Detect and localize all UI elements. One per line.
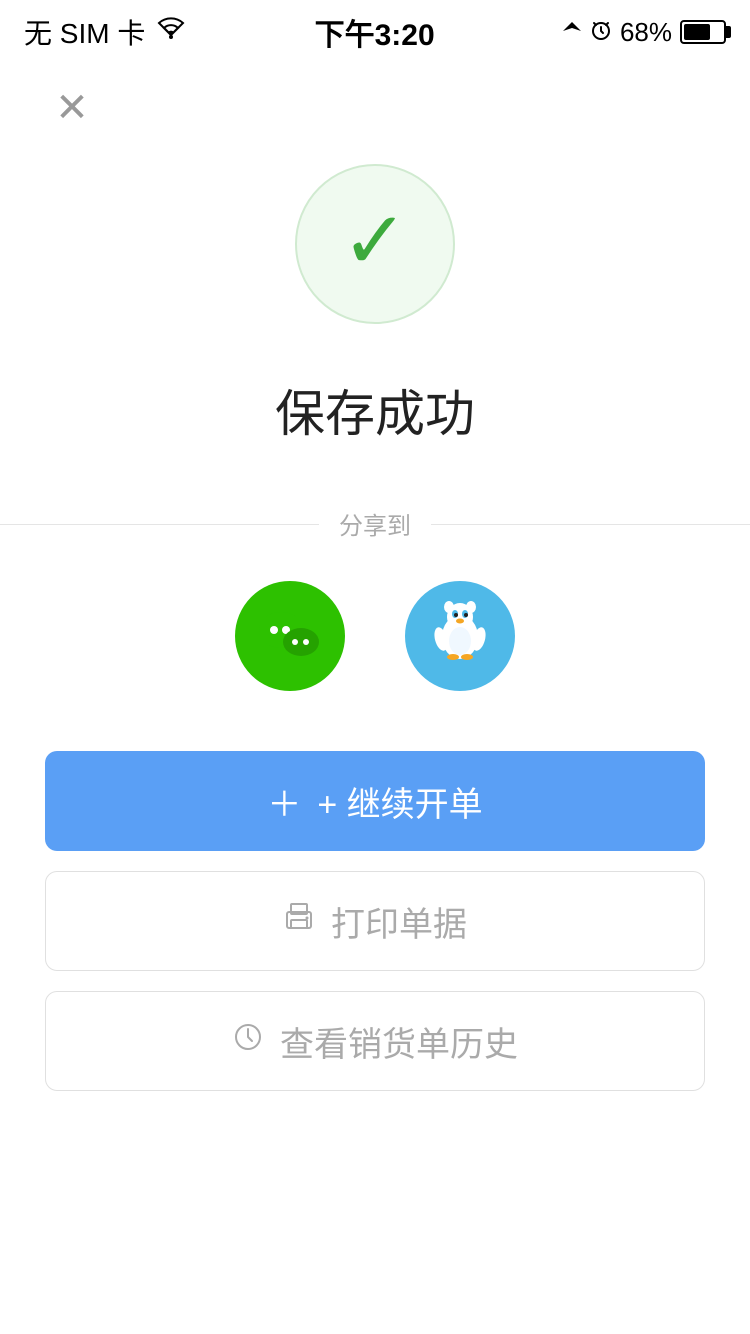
plus-icon: ＋ xyxy=(267,777,301,826)
action-buttons: ＋ + 继续开单 打印单据 查看销货单历史 xyxy=(45,751,705,1091)
status-bar: 无 SIM 卡 下午3:20 68% xyxy=(0,0,750,64)
main-content: ✓ 保存成功 分享到 xyxy=(0,64,750,1091)
share-section: 分享到 xyxy=(0,506,750,691)
sim-text: 无 SIM 卡 xyxy=(24,12,145,52)
battery-icon xyxy=(680,20,726,44)
status-left: 无 SIM 卡 xyxy=(24,12,187,52)
qq-icon xyxy=(431,601,489,671)
share-icons xyxy=(235,581,515,691)
history-label: 查看销货单历史 xyxy=(280,1017,518,1066)
continue-button[interactable]: ＋ + 继续开单 xyxy=(45,751,705,851)
share-label: 分享到 xyxy=(319,506,431,541)
print-button[interactable]: 打印单据 xyxy=(45,871,705,971)
success-circle: ✓ xyxy=(295,164,455,324)
qq-share-button[interactable] xyxy=(405,581,515,691)
history-button[interactable]: 查看销货单历史 xyxy=(45,991,705,1091)
close-button[interactable]: ✕ xyxy=(44,80,100,136)
status-right: 68% xyxy=(562,17,726,48)
history-icon xyxy=(232,1021,264,1061)
alarm-icon xyxy=(590,17,612,48)
print-label: 打印单据 xyxy=(331,897,467,946)
wechat-share-button[interactable] xyxy=(235,581,345,691)
checkmark-icon: ✓ xyxy=(341,201,408,281)
close-icon: ✕ xyxy=(55,88,89,128)
wechat-icon xyxy=(256,608,324,664)
wifi-icon xyxy=(155,17,187,48)
battery-text: 68% xyxy=(620,17,672,48)
print-icon xyxy=(283,902,315,940)
location-icon xyxy=(562,17,582,48)
success-title: 保存成功 xyxy=(275,374,475,446)
status-time: 下午3:20 xyxy=(315,10,435,54)
continue-label: + 继续开单 xyxy=(317,777,482,826)
